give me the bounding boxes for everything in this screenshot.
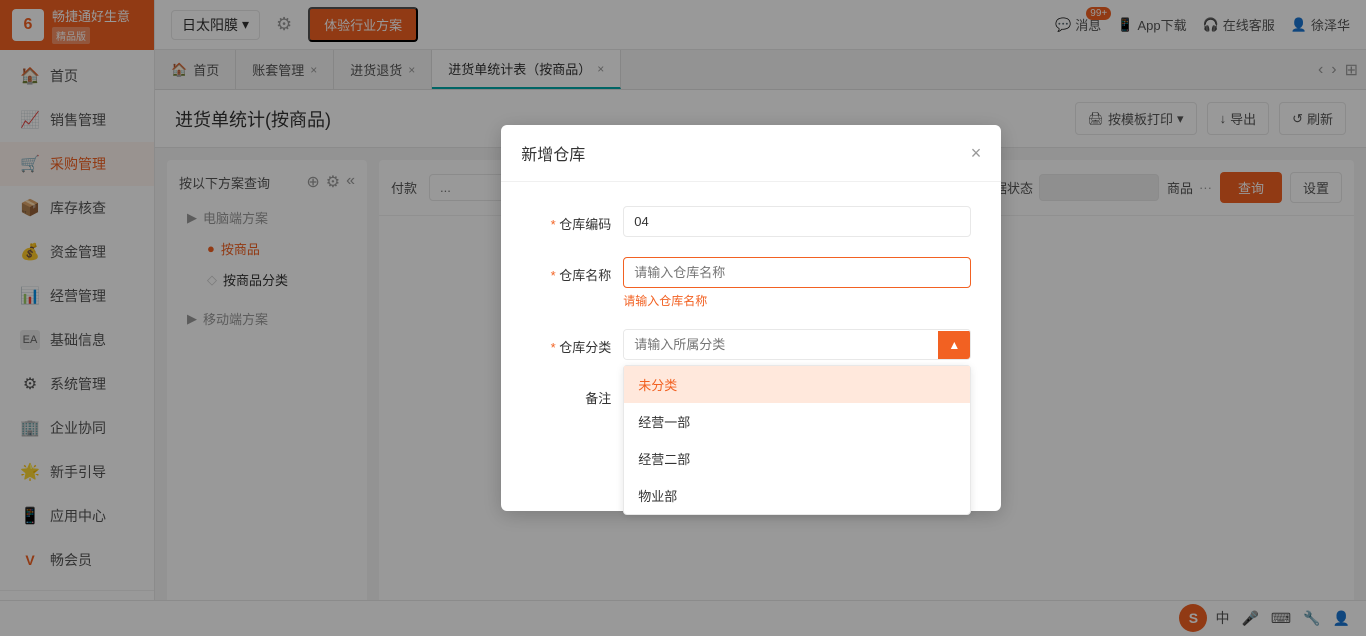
warehouse-code-input[interactable] (623, 206, 971, 237)
dropdown-item-ops2[interactable]: 经营二部 (624, 440, 970, 477)
name-label: 仓库名称 (531, 257, 611, 284)
category-label: 仓库分类 (531, 329, 611, 356)
category-wrapper: ▲ 未分类 经营一部 经营二部 物业部 (623, 329, 971, 360)
category-dropdown: 未分类 经营一部 经营二部 物业部 (623, 365, 971, 515)
name-error-message: 请输入仓库名称 (623, 292, 971, 309)
code-label: 仓库编码 (531, 206, 611, 233)
form-row-category: 仓库分类 ▲ 未分类 经营一部 经营二部 物业部 (531, 329, 971, 360)
modal-header: 新增仓库 × (501, 125, 1001, 182)
name-field-wrapper: 请输入仓库名称 (623, 257, 971, 309)
category-input-row: ▲ (623, 329, 971, 360)
form-row-code: 仓库编码 (531, 206, 971, 237)
dropdown-item-property[interactable]: 物业部 (624, 477, 970, 514)
warehouse-name-input[interactable] (623, 257, 971, 288)
note-label: 备注 (531, 380, 611, 407)
category-input[interactable] (624, 330, 938, 359)
modal-body: 仓库编码 仓库名称 请输入仓库名称 仓库分类 ▲ 未分类 经营一部 经 (501, 182, 1001, 455)
dropdown-item-uncategorized[interactable]: 未分类 (624, 366, 970, 403)
modal-title: 新增仓库 (521, 141, 585, 165)
modal-close-button[interactable]: × (971, 143, 982, 164)
dropdown-item-ops1[interactable]: 经营一部 (624, 403, 970, 440)
form-row-name: 仓库名称 请输入仓库名称 (531, 257, 971, 309)
new-warehouse-modal: 新增仓库 × 仓库编码 仓库名称 请输入仓库名称 仓库分类 ▲ (501, 125, 1001, 511)
category-toggle-button[interactable]: ▲ (938, 331, 970, 359)
